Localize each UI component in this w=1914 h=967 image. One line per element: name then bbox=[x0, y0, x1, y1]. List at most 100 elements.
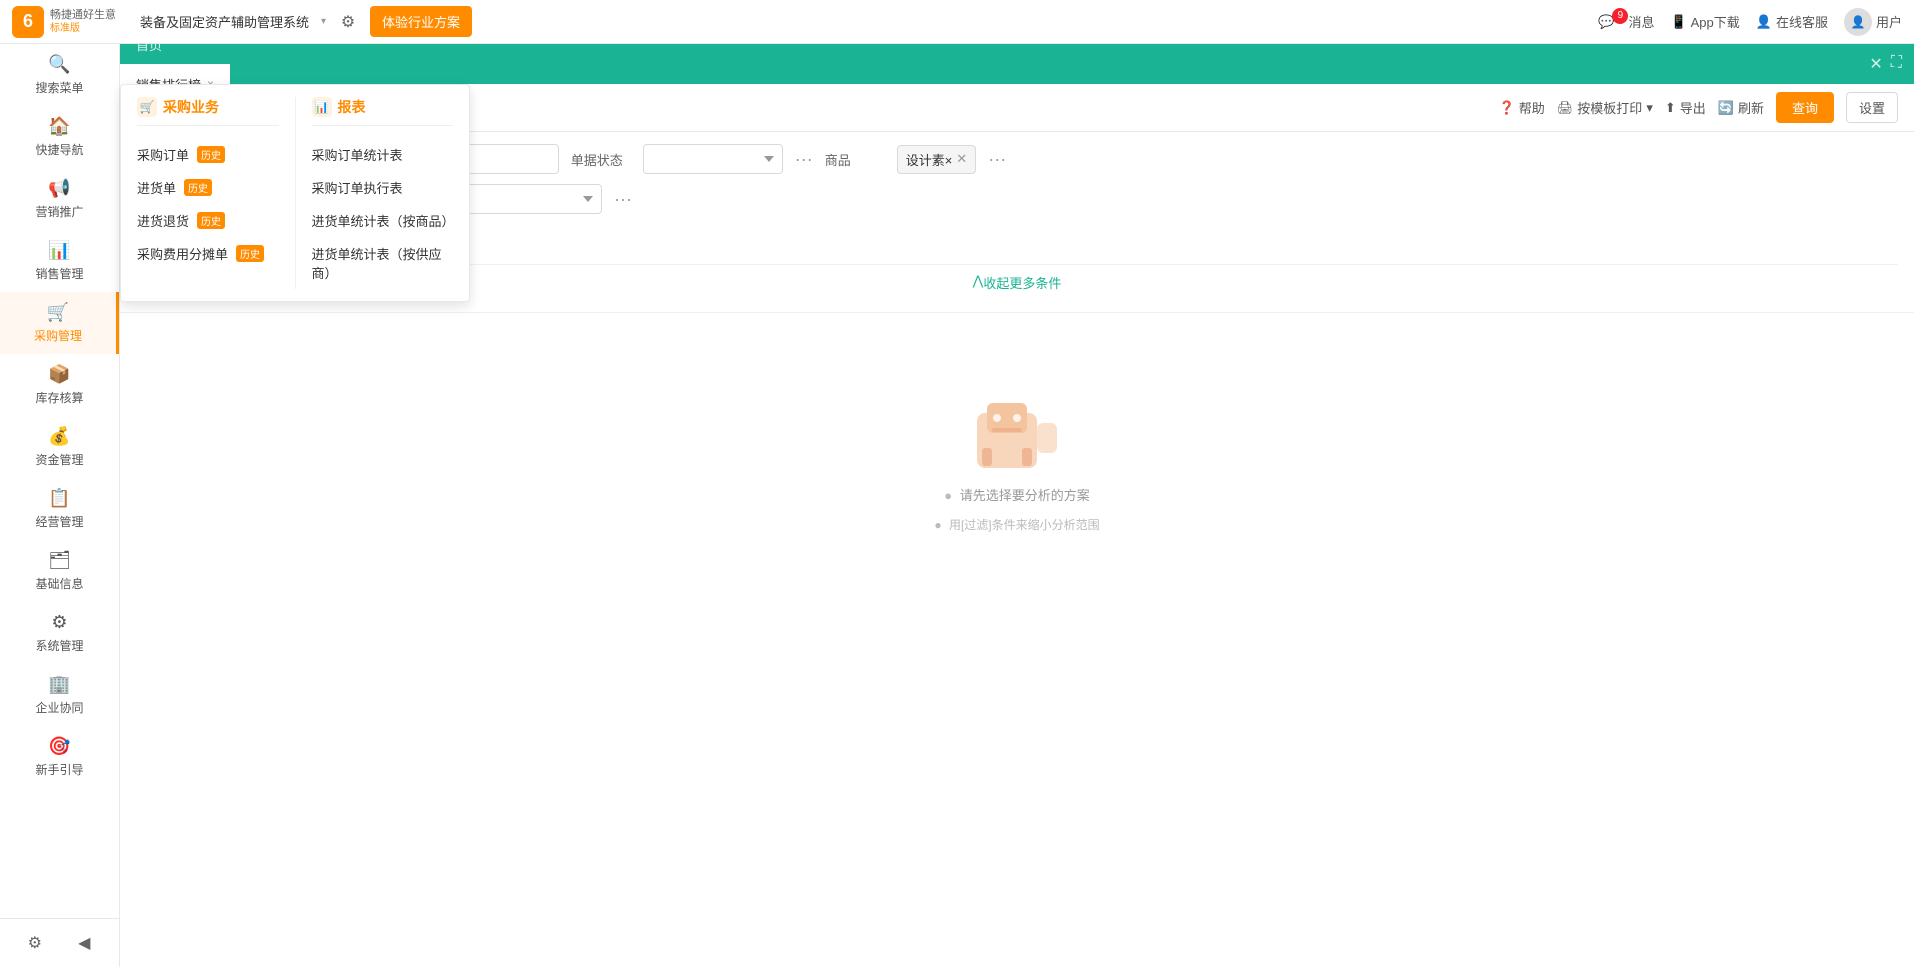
sidebar-bottom: ⚙ ◀ bbox=[0, 918, 119, 967]
sidebar-label-inventory: 库存核算 bbox=[35, 389, 83, 406]
dropdown-item-label: 采购费用分摊单 bbox=[137, 244, 228, 263]
history-badge: 历史 bbox=[197, 146, 225, 163]
app-icon: 📱 bbox=[1670, 14, 1686, 30]
dropdown-report-item-label: 进货单统计表（按供应商） bbox=[312, 244, 454, 282]
sidebar-icon-basic: 🗂 bbox=[48, 550, 71, 571]
user-avatar: 👤 bbox=[1844, 8, 1872, 36]
sidebar-label-enterprise: 企业协同 bbox=[35, 699, 83, 716]
close-win-icon[interactable]: ✕ bbox=[1869, 54, 1882, 74]
dropdown-item-label: 进货单 bbox=[137, 178, 176, 197]
empty-icon bbox=[967, 393, 1067, 473]
sidebar-icon-search: 🔍 bbox=[48, 54, 70, 75]
sidebar-item-guide[interactable]: 🎯 新手引导 bbox=[0, 726, 119, 788]
sidebar-collapse-btn[interactable]: ◀ bbox=[70, 929, 98, 957]
search-btn[interactable]: 查询 bbox=[1776, 92, 1834, 123]
dropdown-col-purchase: 🛒 采购业务 采购订单 历史 进货单 历史 进货退货 历史 采购费用分摊单 历史 bbox=[121, 97, 295, 289]
goods-tag: 设计素× ✕ bbox=[897, 145, 977, 174]
print-btn[interactable]: 🖨 按模板打印 ▾ bbox=[1557, 98, 1653, 117]
dropdown-item-采购费用分摊单[interactable]: 采购费用分摊单 历史 bbox=[137, 237, 279, 270]
report-header-icon: 📊 bbox=[312, 97, 332, 117]
print-icon: 🖨 bbox=[1557, 100, 1574, 116]
sidebar-item-marketing[interactable]: 📢 营销推广 bbox=[0, 168, 119, 230]
tab-bar: 首页销售排行榜 × ✕ ⛶ bbox=[120, 44, 1914, 84]
sidebar-item-finance[interactable]: 💰 资金管理 bbox=[0, 416, 119, 478]
dropdown-report-item-进货单统计表（按商品）[interactable]: 进货单统计表（按商品） bbox=[312, 204, 454, 237]
dropdown-item-采购订单[interactable]: 采购订单 历史 bbox=[137, 138, 279, 171]
sidebar-icon-guide: 🎯 bbox=[48, 736, 70, 757]
maximize-win-icon[interactable]: ⛶ bbox=[1891, 54, 1902, 74]
collapse-icon: ⋀ bbox=[973, 273, 984, 292]
purchase-dropdown-popup: 🛒 采购业务 采购订单 历史 进货单 历史 进货退货 历史 采购费用分摊单 历史… bbox=[120, 84, 470, 302]
help-btn[interactable]: ❓ 帮助 bbox=[1499, 98, 1545, 117]
logo-text: 畅捷通好生意 标准版 bbox=[50, 8, 116, 35]
dropdown-col-report-header: 📊 报表 bbox=[312, 97, 454, 126]
print-chevron-icon: ▾ bbox=[1646, 100, 1653, 116]
industry-btn[interactable]: 体验行业方案 bbox=[370, 6, 472, 37]
sidebar-icon-operation: 📋 bbox=[48, 488, 70, 509]
header-center: 装备及固定资产辅助管理系统 ▾ ⚙ 体验行业方案 bbox=[132, 6, 1598, 37]
sidebar-label-quick: 快捷导航 bbox=[35, 141, 83, 158]
tab-win-controls: ✕ ⛶ bbox=[1869, 54, 1914, 74]
sidebar-label-operation: 经营管理 bbox=[35, 513, 83, 530]
export-btn[interactable]: ⬆ 导出 bbox=[1665, 98, 1706, 117]
sidebar-label-finance: 资金管理 bbox=[35, 451, 83, 468]
sidebar-label-guide: 新手引导 bbox=[35, 761, 83, 778]
dropdown-report-item-进货单统计表（按供应商）[interactable]: 进货单统计表（按供应商） bbox=[312, 237, 454, 289]
sidebar-item-inventory[interactable]: 📦 库存核算 bbox=[0, 354, 119, 416]
order-status-dots[interactable]: ··· bbox=[795, 149, 813, 170]
app-download-btn[interactable]: 📱 App下载 bbox=[1670, 12, 1739, 31]
dropdown-report-item-label: 采购订单统计表 bbox=[312, 145, 403, 164]
sidebar-item-enterprise[interactable]: 🏢 企业协同 bbox=[0, 664, 119, 726]
sidebar-item-basic[interactable]: 🗂 基础信息 bbox=[0, 540, 119, 602]
user-btn[interactable]: 👤 用户 bbox=[1844, 8, 1902, 36]
settings-icon-btn[interactable]: ⚙ bbox=[334, 8, 362, 36]
salesperson-dots[interactable]: ··· bbox=[614, 189, 632, 210]
help-icon: ❓ bbox=[1499, 100, 1515, 116]
sidebar: 🔍 搜索菜单 🏠 快捷导航 📢 营销推广 📊 销售管理 🛒 采购管理 📦 库存核… bbox=[0, 44, 120, 967]
export-icon: ⬆ bbox=[1665, 100, 1676, 116]
chevron-down-icon: ▾ bbox=[321, 16, 326, 27]
sidebar-label-marketing: 营销推广 bbox=[35, 203, 83, 220]
sidebar-label-basic: 基础信息 bbox=[35, 575, 83, 592]
order-status-label: 单据状态 bbox=[571, 150, 631, 169]
dropdown-item-进货退货[interactable]: 进货退货 历史 bbox=[137, 204, 279, 237]
dropdown-item-label: 进货退货 bbox=[137, 211, 189, 230]
sidebar-icon-marketing: 📢 bbox=[48, 178, 70, 199]
dropdown-report-item-采购订单执行表[interactable]: 采购订单执行表 bbox=[312, 171, 454, 204]
dropdown-item-进货单[interactable]: 进货单 历史 bbox=[137, 171, 279, 204]
sidebar-label-purchase: 采购管理 bbox=[34, 327, 82, 344]
dropdown-report-item-采购订单统计表[interactable]: 采购订单统计表 bbox=[312, 138, 454, 171]
message-btn[interactable]: 💬 9 消息 bbox=[1598, 12, 1654, 31]
salesperson-select[interactable] bbox=[462, 184, 602, 214]
logo-icon: 6 bbox=[12, 6, 44, 38]
sidebar-item-system[interactable]: ⚙ 系统管理 bbox=[0, 602, 119, 664]
sidebar-item-quick[interactable]: 🏠 快捷导航 bbox=[0, 106, 119, 168]
refresh-icon: 🔄 bbox=[1718, 100, 1734, 116]
top-header: 6 畅捷通好生意 标准版 装备及固定资产辅助管理系统 ▾ ⚙ 体验行业方案 💬 … bbox=[0, 0, 1914, 44]
set-btn[interactable]: 设置 bbox=[1846, 92, 1898, 123]
sidebar-label-sales: 销售管理 bbox=[35, 265, 83, 282]
sys-title: 装备及固定资产辅助管理系统 bbox=[132, 12, 317, 31]
sidebar-item-sales[interactable]: 📊 销售管理 bbox=[0, 230, 119, 292]
sidebar-settings-btn[interactable]: ⚙ bbox=[21, 929, 49, 957]
refresh-btn[interactable]: 🔄 刷新 bbox=[1718, 98, 1764, 117]
goods-tag-close[interactable]: ✕ bbox=[956, 151, 967, 167]
online-service-btn[interactable]: 👤 在线客服 bbox=[1756, 12, 1828, 31]
order-status-select[interactable] bbox=[643, 144, 783, 174]
sidebar-icon-purchase: 🛒 bbox=[47, 302, 69, 323]
logo-area: 6 畅捷通好生意 标准版 bbox=[12, 6, 132, 38]
sidebar-item-operation[interactable]: 📋 经营管理 bbox=[0, 478, 119, 540]
sidebar-item-search[interactable]: 🔍 搜索菜单 bbox=[0, 44, 119, 106]
message-badge: 9 bbox=[1612, 8, 1628, 24]
purchase-header-icon: 🛒 bbox=[137, 97, 157, 117]
dropdown-item-label: 采购订单 bbox=[137, 145, 189, 164]
sidebar-icon-finance: 💰 bbox=[48, 426, 70, 447]
history-badge: 历史 bbox=[197, 212, 225, 229]
sidebar-icon-inventory: 📦 bbox=[48, 364, 70, 385]
sidebar-item-purchase[interactable]: 🛒 采购管理 bbox=[0, 292, 119, 354]
sys-title-dropdown[interactable]: 装备及固定资产辅助管理系统 ▾ bbox=[132, 12, 326, 31]
goods-dots[interactable]: ··· bbox=[988, 149, 1006, 170]
service-icon: 👤 bbox=[1756, 14, 1772, 30]
sidebar-icon-enterprise: 🏢 bbox=[48, 674, 70, 695]
empty-state: ● 请先选择要分析的方案 ● 用[过滤]条件来缩小分析范围 bbox=[120, 313, 1914, 613]
